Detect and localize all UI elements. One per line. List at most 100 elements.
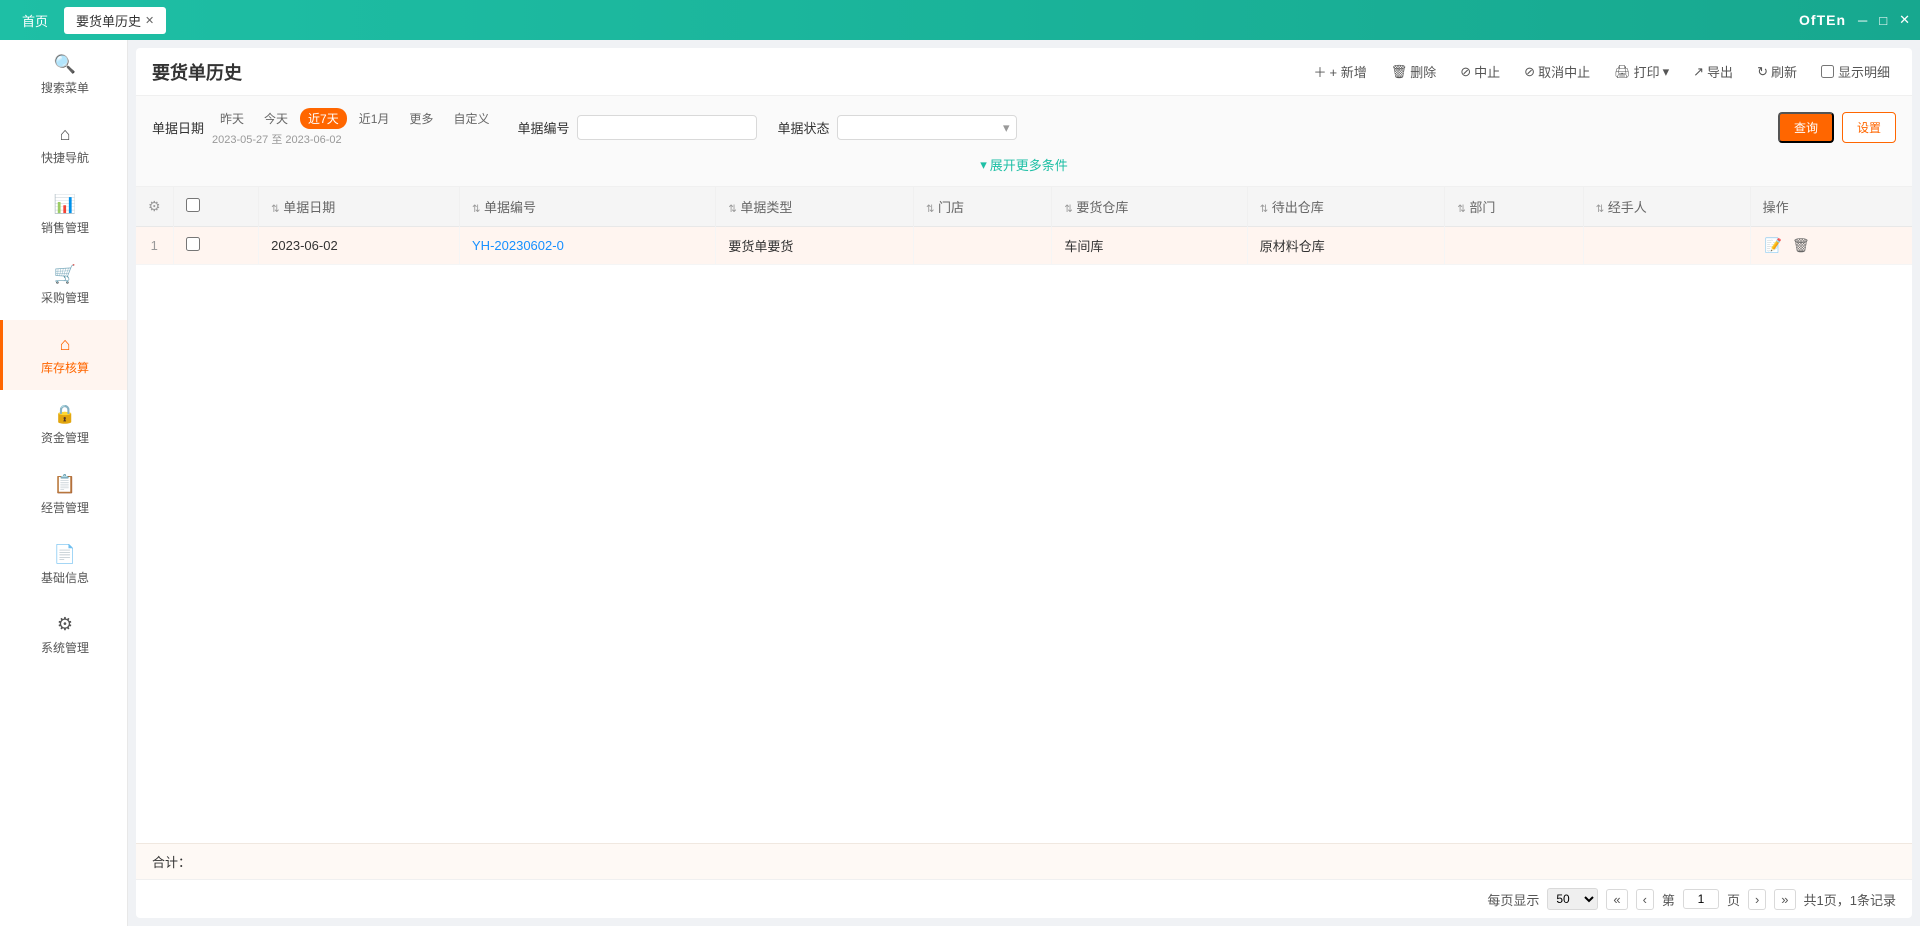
row-num: 1 [136,227,173,265]
pending-warehouse-sort-icon[interactable]: ⇅ [1260,204,1268,215]
next-page-button[interactable]: › [1748,889,1766,910]
row-dept [1445,227,1583,265]
col-doc-no-label: 单据编号 [484,200,536,215]
row-edit-icon[interactable]: 📝 [1763,235,1784,256]
sidebar-item-purchase[interactable]: 🛒 采购管理 [0,250,127,320]
filter-row: 单据日期 昨天 今天 近7天 近1月 更多 自定义 2023-05-27 至 2… [152,108,1896,147]
refresh-button[interactable]: ↻ 刷新 [1751,58,1803,85]
status-label: 单据状态 [777,118,829,137]
minimize-btn[interactable]: ─ [1858,13,1867,28]
tab-requisition-history[interactable]: 要货单历史 ✕ [64,7,166,34]
system-icon: ⚙ [57,614,73,635]
close-btn[interactable]: ✕ [1899,12,1910,28]
brand-name: OfTEn [1799,12,1846,28]
date-range-display: 2023-05-27 至 2023-06-02 [212,131,497,147]
col-date-label: 单据日期 [283,200,335,215]
column-settings-icon[interactable]: ⚙ [148,198,161,214]
tab-requisition-label: 要货单历史 [76,11,141,30]
table-row: 1 2023-06-02 YH-20230602-0 要货单要货 车间库 [136,227,1912,265]
page-size-select[interactable]: 10 20 50 100 [1547,888,1598,910]
tab-close-icon[interactable]: ✕ [145,14,154,27]
sidebar-item-ops-label: 经营管理 [41,499,89,516]
export-button[interactable]: ↗ 导出 [1687,58,1739,85]
page-input[interactable] [1683,889,1719,909]
inventory-icon: ⌂ [60,334,71,355]
refresh-label: 刷新 [1771,62,1797,81]
window-actions: OfTEn ─ □ ✕ [1791,12,1910,28]
expand-more-button[interactable]: ▾ 展开更多条件 [980,155,1068,174]
show-detail-label: 显示明细 [1838,62,1890,81]
date-pill-custom[interactable]: 自定义 [445,108,497,129]
sidebar-item-system[interactable]: ⚙ 系统管理 [0,600,127,670]
sidebar-item-search-menu[interactable]: 🔍 搜索菜单 [0,40,127,110]
col-handler-label: 经手人 [1608,200,1647,215]
date-pill-7days[interactable]: 近7天 [300,108,347,129]
col-doc-type-label: 单据类型 [740,200,792,215]
date-pill-1month[interactable]: 近1月 [351,108,398,129]
search-menu-icon: 🔍 [54,54,76,75]
settings-button[interactable]: 设置 [1842,112,1896,143]
date-filter-label: 单据日期 [152,118,204,137]
dept-sort-icon[interactable]: ⇅ [1457,204,1465,215]
doc-no-sort-icon[interactable]: ⇅ [472,204,480,215]
sidebar-item-finance-label: 资金管理 [41,429,89,446]
sidebar-item-quick-nav[interactable]: ⌂ 快捷导航 [0,110,127,180]
sidebar-item-finance[interactable]: 🔒 资金管理 [0,390,127,460]
date-pill-today[interactable]: 今天 [256,108,296,129]
purchase-icon: 🛒 [54,264,76,285]
show-detail-input[interactable] [1821,65,1834,78]
row-store [913,227,1051,265]
main-layout: 🔍 搜索菜单 ⌂ 快捷导航 📊 销售管理 🛒 采购管理 ⌂ 库存核算 🔒 资金管… [0,40,1920,926]
new-button[interactable]: ＋ + 新增 [1307,58,1372,85]
page-label: 第 [1662,890,1675,909]
store-sort-icon[interactable]: ⇅ [926,204,934,215]
cancel-suspend-button[interactable]: ⊘ 取消中止 [1518,58,1596,85]
date-pills: 昨天 今天 近7天 近1月 更多 自定义 [212,108,497,129]
suspend-label: 中止 [1474,62,1500,81]
new-icon: ＋ [1313,62,1326,81]
col-dept: ⇅ 部门 [1445,187,1583,227]
sidebar-item-sales[interactable]: 📊 销售管理 [0,180,127,250]
sidebar-item-basic-info[interactable]: 📄 基础信息 [0,530,127,600]
tab-home[interactable]: 首页 [10,7,60,34]
delete-button[interactable]: 🗑 删除 [1385,58,1443,85]
first-page-button[interactable]: « [1606,889,1627,910]
maximize-btn[interactable]: □ [1879,13,1887,28]
select-all-checkbox[interactable] [186,198,200,212]
date-pill-yesterday[interactable]: 昨天 [212,108,252,129]
table-header-row: ⚙ ⇅ 单据日期 ⇅ 单据编号 [136,187,1912,227]
sidebar-item-purchase-label: 采购管理 [41,289,89,306]
last-page-button[interactable]: » [1774,889,1795,910]
sidebar-item-sales-label: 销售管理 [41,219,89,236]
query-button[interactable]: 查询 [1778,112,1834,143]
sidebar-item-ops[interactable]: 📋 经营管理 [0,460,127,530]
sidebar-item-inventory[interactable]: ⌂ 库存核算 [0,320,127,390]
sidebar-item-search-menu-label: 搜索菜单 [41,79,89,96]
sidebar-item-inventory-label: 库存核算 [41,359,89,376]
table-footer: 合计： [136,843,1912,879]
col-dept-label: 部门 [1469,200,1495,215]
handler-sort-icon[interactable]: ⇅ [1596,204,1604,215]
status-select[interactable] [837,115,1017,140]
row-pending-warehouse: 原材料仓库 [1247,227,1445,265]
row-doc-no-link[interactable]: YH-20230602-0 [472,238,564,253]
pagination-bar: 每页显示 10 20 50 100 « ‹ 第 页 › » 共1页，1条记录 [136,879,1912,918]
prev-page-button[interactable]: ‹ [1636,889,1654,910]
date-pill-more[interactable]: 更多 [401,108,441,129]
show-detail-checkbox[interactable]: 显示明细 [1815,58,1896,85]
quick-nav-icon: ⌂ [60,124,71,145]
col-handler: ⇅ 经手人 [1583,187,1750,227]
row-delete-icon[interactable]: 🗑 [1790,235,1812,256]
doc-type-sort-icon[interactable]: ⇅ [728,204,736,215]
col-doc-no: ⇅ 单据编号 [460,187,716,227]
row-date: 2023-06-02 [259,227,460,265]
print-button[interactable]: 🖨 打印 ▾ [1608,58,1675,85]
date-sort-icon[interactable]: ⇅ [271,204,279,215]
req-warehouse-sort-icon[interactable]: ⇅ [1064,204,1072,215]
row-checkbox[interactable] [186,237,200,251]
suspend-button[interactable]: ⊘ 中止 [1454,58,1506,85]
col-actions-label: 操作 [1763,200,1789,215]
action-buttons: 📝 🗑 [1763,235,1900,256]
col-doc-type: ⇅ 单据类型 [716,187,914,227]
doc-number-input[interactable] [577,115,757,140]
